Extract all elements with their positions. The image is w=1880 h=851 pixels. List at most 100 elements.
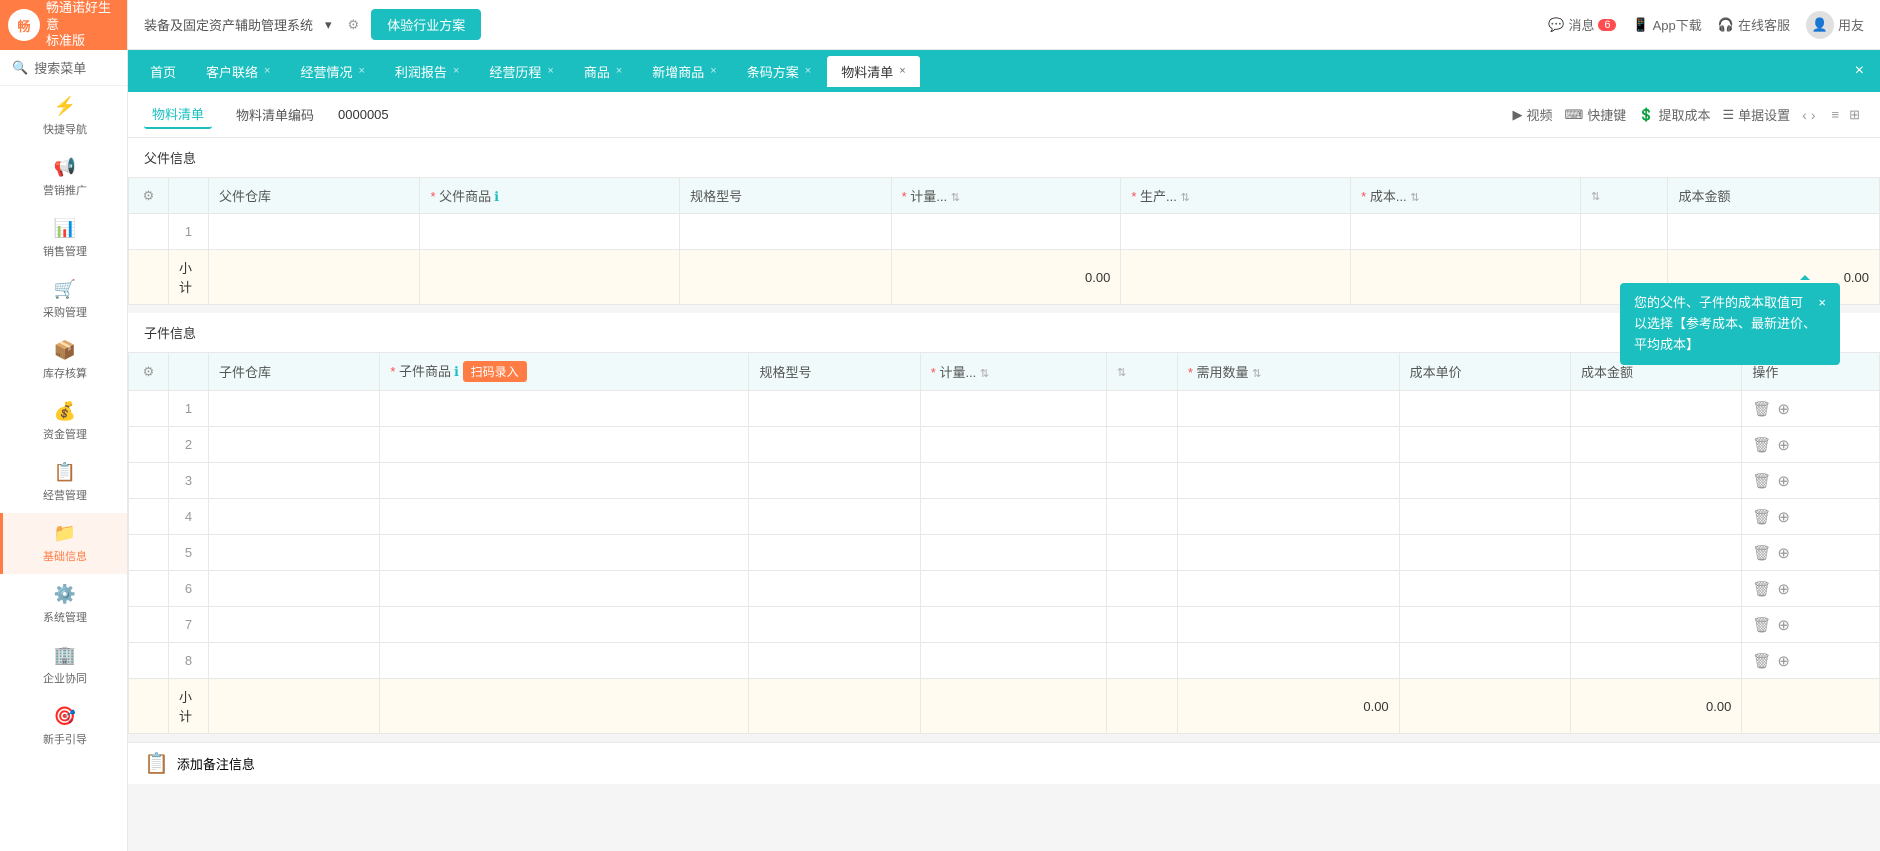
tab-close-operation-history[interactable]: × [547,65,553,77]
tab-profit-report[interactable]: 利润报告 × [381,56,473,87]
sidebar-item-operation[interactable]: 📋 经营管理 [0,452,127,513]
close-all-tabs[interactable]: × [1847,58,1872,84]
tab-home[interactable]: 首页 [136,56,190,87]
child-row6-spec[interactable] [749,571,920,607]
tab-customer[interactable]: 客户联络 × [192,56,284,87]
delete-icon[interactable]: 🗑 [1752,400,1771,418]
child-row5-spec[interactable] [749,535,920,571]
system-dropdown[interactable]: ▾ [325,17,332,33]
shortcut-btn[interactable]: ⌨ 快捷键 [1565,105,1627,124]
child-row2-needed-qty[interactable] [1177,427,1399,463]
copy-icon[interactable]: ⊕ [1777,472,1790,490]
copy-icon[interactable]: ⊕ [1777,400,1790,418]
child-row7-needed-qty[interactable] [1177,607,1399,643]
scan-btn[interactable]: 扫码录入 [463,361,527,382]
sidebar-item-purchase[interactable]: 🛒 采购管理 [0,269,127,330]
delete-icon[interactable]: 🗑 [1752,652,1771,670]
tab-bom[interactable]: 物料清单 × [827,56,919,87]
app-download-item[interactable]: 📱 App下载 [1632,15,1701,34]
child-row7-unit-cost[interactable] [1399,607,1570,643]
child-row1-warehouse[interactable] [209,391,380,427]
list-view-btn[interactable]: ≡ [1828,105,1844,125]
child-row8-goods[interactable] [380,643,749,679]
parent-row1-spec[interactable] [680,214,891,250]
child-row7-spec[interactable] [749,607,920,643]
trial-button[interactable]: 体验行业方案 [371,9,481,40]
parent-row1-production[interactable] [1121,214,1351,250]
single-settings-btn[interactable]: ☰ 单据设置 [1722,105,1790,124]
tab-goods[interactable]: 商品 × [570,56,636,87]
tab-barcode[interactable]: 条码方案 × [733,56,825,87]
child-row3-warehouse[interactable] [209,463,380,499]
child-row2-warehouse[interactable] [209,427,380,463]
child-th-settings[interactable]: ⚙ [129,353,169,391]
copy-icon[interactable]: ⊕ [1777,508,1790,526]
child-row5-needed-qty[interactable] [1177,535,1399,571]
child-row1-qty-unit[interactable] [920,391,1106,427]
child-row8-needed-qty[interactable] [1177,643,1399,679]
child-row3-goods[interactable] [380,463,749,499]
child-row6-qty-unit[interactable] [920,571,1106,607]
child-row6-goods[interactable] [380,571,749,607]
delete-icon[interactable]: 🗑 [1752,616,1771,634]
search-menu[interactable]: 🔍 搜索菜单 [0,50,127,86]
child-row2-spec[interactable] [749,427,920,463]
delete-icon[interactable]: 🗑 [1752,472,1771,490]
user-item[interactable]: 👤 用友 [1806,11,1864,39]
tab-operation-status[interactable]: 经营情况 × [286,56,378,87]
sidebar-item-inventory[interactable]: 📦 库存核算 [0,330,127,391]
child-row4-needed-qty[interactable] [1177,499,1399,535]
sidebar-item-finance[interactable]: 💰 资金管理 [0,391,127,452]
parent-row1-cost[interactable] [1351,214,1581,250]
child-row6-needed-qty[interactable] [1177,571,1399,607]
child-row1-spec[interactable] [749,391,920,427]
child-row4-goods[interactable] [380,499,749,535]
child-row8-spec[interactable] [749,643,920,679]
prev-arrow[interactable]: ‹ [1802,107,1807,123]
child-row5-qty-unit[interactable] [920,535,1106,571]
sidebar-item-marketing[interactable]: 📢 营销推广 [0,147,127,208]
child-row2-unit-cost[interactable] [1399,427,1570,463]
parent-row1-qty[interactable] [891,214,1121,250]
child-row1-goods[interactable] [380,391,749,427]
tab-close-new-goods[interactable]: × [710,65,716,77]
child-row6-warehouse[interactable] [209,571,380,607]
tab-close-bom[interactable]: × [899,65,905,77]
child-row8-warehouse[interactable] [209,643,380,679]
child-row3-unit-cost[interactable] [1399,463,1570,499]
child-row7-warehouse[interactable] [209,607,380,643]
tab-new-goods[interactable]: 新增商品 × [638,56,730,87]
parent-row1-goods[interactable] [420,214,680,250]
child-row1-needed-qty[interactable] [1177,391,1399,427]
child-row2-qty-unit[interactable] [920,427,1106,463]
sidebar-item-sales[interactable]: 📊 销售管理 [0,208,127,269]
online-service-item[interactable]: 🎧 在线客服 [1718,15,1790,34]
sidebar-item-quick-nav[interactable]: ⚡ 快捷导航 [0,86,127,147]
delete-icon[interactable]: 🗑 [1752,436,1771,454]
sidebar-item-basic-info[interactable]: 📁 基础信息 [0,513,127,574]
child-row4-unit-cost[interactable] [1399,499,1570,535]
delete-icon[interactable]: 🗑 [1752,580,1771,598]
tab-close-goods[interactable]: × [616,65,622,77]
copy-icon[interactable]: ⊕ [1777,580,1790,598]
parent-th-settings[interactable]: ⚙ [129,178,169,214]
extract-cost-btn[interactable]: 💲 提取成本 [1638,105,1710,124]
child-row7-goods[interactable] [380,607,749,643]
child-row4-qty-unit[interactable] [920,499,1106,535]
message-item[interactable]: 💬 消息 6 [1548,15,1616,34]
child-row7-qty-unit[interactable] [920,607,1106,643]
copy-icon[interactable]: ⊕ [1777,544,1790,562]
child-row5-warehouse[interactable] [209,535,380,571]
tab-operation-history[interactable]: 经营历程 × [475,56,567,87]
child-row1-unit-cost[interactable] [1399,391,1570,427]
child-row4-spec[interactable] [749,499,920,535]
delete-icon[interactable]: 🗑 [1752,544,1771,562]
delete-icon[interactable]: 🗑 [1752,508,1771,526]
settings-icon[interactable]: ⚙ [348,17,360,33]
child-row3-needed-qty[interactable] [1177,463,1399,499]
child-row8-unit-cost[interactable] [1399,643,1570,679]
copy-icon[interactable]: ⊕ [1777,652,1790,670]
sub-tab-bom-code[interactable]: 物料清单编码 [228,101,322,128]
next-arrow[interactable]: › [1811,107,1816,123]
tab-close-operation-status[interactable]: × [358,65,364,77]
